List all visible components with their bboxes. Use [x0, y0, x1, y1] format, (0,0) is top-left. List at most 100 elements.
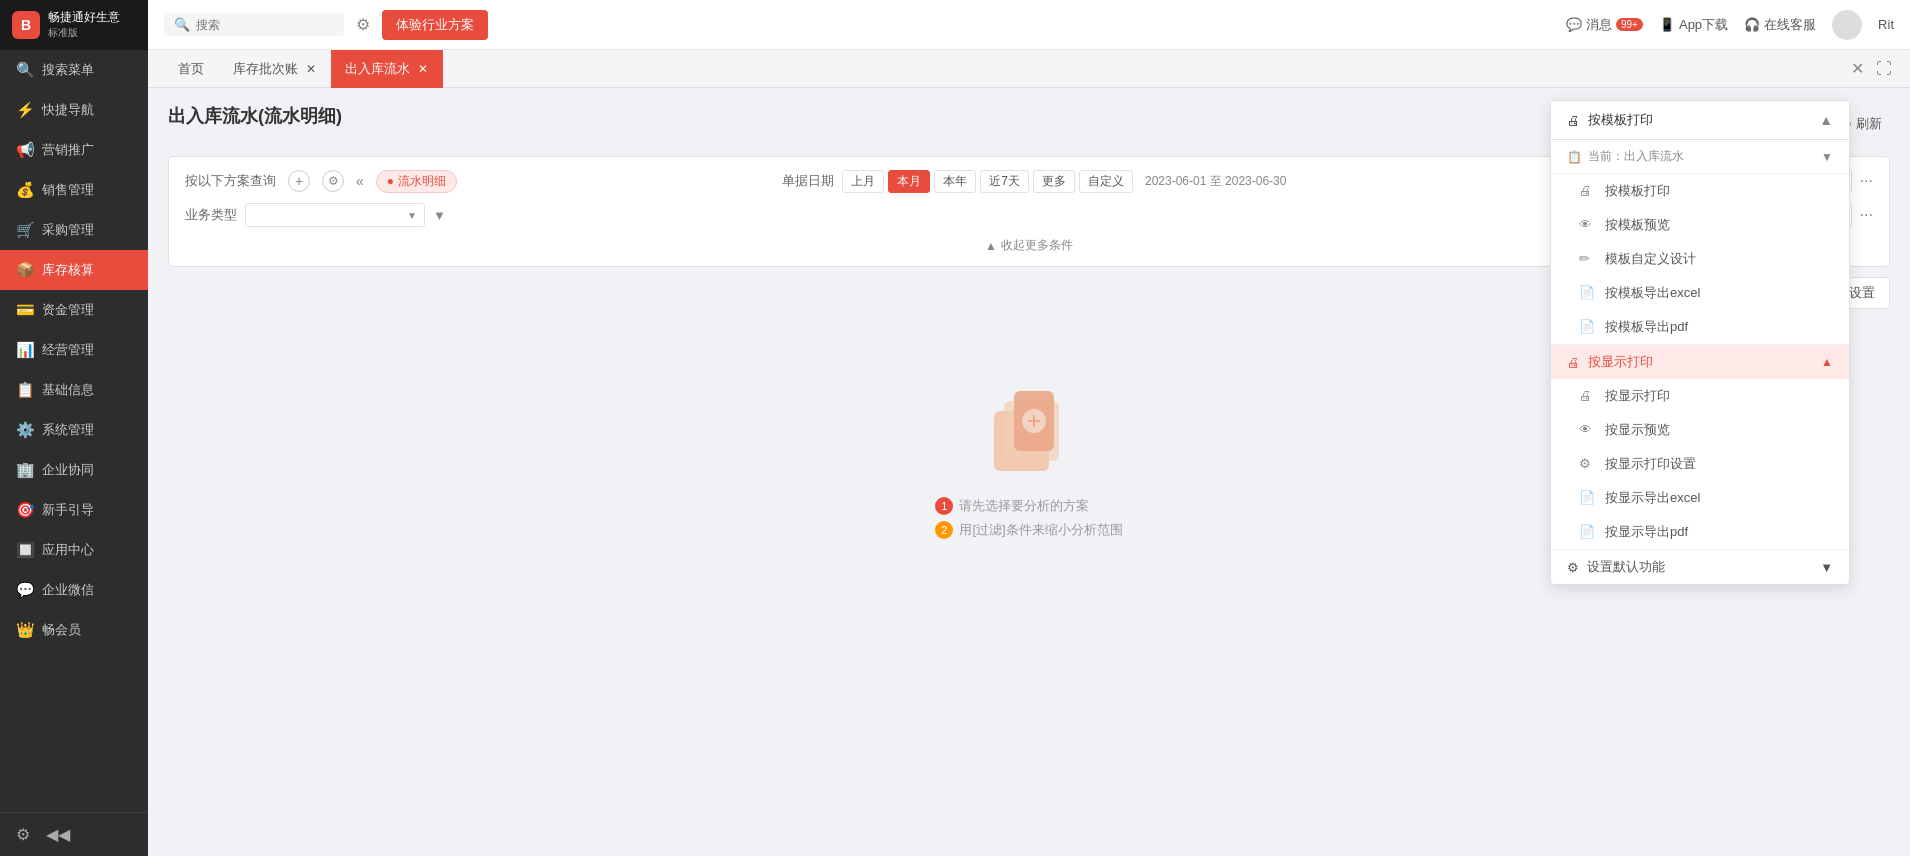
display-preview-icon: 👁	[1579, 422, 1595, 438]
sidebar-item-purchase[interactable]: 🛒采购管理	[0, 210, 148, 250]
date-label: 单据日期	[782, 172, 834, 190]
search-icon: 🔍	[174, 17, 190, 32]
date-more-btn[interactable]: 更多	[1033, 170, 1075, 193]
settings-default-icon: ⚙	[1567, 560, 1579, 575]
empty-tip-2: 2 用[过滤]条件来缩小分析范围	[935, 521, 1122, 539]
tab-in-out-close-icon[interactable]: ✕	[418, 62, 428, 76]
topbar-settings-icon[interactable]: ⚙	[356, 15, 370, 34]
filter-collapse-button[interactable]: «	[356, 173, 364, 189]
date-custom-btn[interactable]: 自定义	[1079, 170, 1133, 193]
dropdown-template-pdf[interactable]: 📄 按模板导出pdf	[1551, 310, 1849, 344]
current-template-icon: 📋	[1567, 150, 1582, 164]
sidebar-nav: 🔍搜索菜单⚡快捷导航📢营销推广💰销售管理🛒采购管理📦库存核算💳资金管理📊经营管理…	[0, 50, 148, 812]
sidebar-item-finance[interactable]: 💳资金管理	[0, 290, 148, 330]
date-this-year-btn[interactable]: 本年	[934, 170, 976, 193]
trial-industry-button[interactable]: 体验行业方案	[382, 10, 488, 40]
dropdown-display-preview[interactable]: 👁 按显示预览	[1551, 413, 1849, 447]
sidebar-item-search[interactable]: 🔍搜索菜单	[0, 50, 148, 90]
sidebar-item-wechat[interactable]: 💬企业微信	[0, 570, 148, 610]
sidebar-item-inventory[interactable]: 📦库存核算	[0, 250, 148, 290]
fullscreen-icon[interactable]: ⛶	[1874, 58, 1894, 80]
sidebar-item-enterprise[interactable]: 🏢企业协同	[0, 450, 148, 490]
filter-chip-shuimingxi[interactable]: ● 流水明细	[376, 170, 457, 193]
bill-type-more-icon[interactable]: ···	[1860, 172, 1873, 190]
sidebar-item-basic[interactable]: 📋基础信息	[0, 370, 148, 410]
dropdown-display-pdf[interactable]: 📄 按显示导出pdf	[1551, 515, 1849, 549]
topbar: 🔍 ⚙ 体验行业方案 💬 消息 99+ 📱 App下载 🎧 在线客服 Rit	[148, 0, 1910, 50]
online-service-btn[interactable]: 🎧 在线客服	[1744, 16, 1816, 34]
date-this-month-btn[interactable]: 本月	[888, 170, 930, 193]
date-last-month-btn[interactable]: 上月	[842, 170, 884, 193]
empty-tip-1: 1 请先选择要分析的方案	[935, 497, 1122, 515]
search-input[interactable]	[196, 18, 316, 32]
empty-tips: 1 请先选择要分析的方案 2 用[过滤]条件来缩小分析范围	[935, 497, 1122, 539]
dropdown-template-print[interactable]: 🖨 按模板打印	[1551, 174, 1849, 208]
dropdown-collapse-icon[interactable]: ▲	[1819, 112, 1833, 128]
tab-batch-close-icon[interactable]: ✕	[306, 62, 316, 76]
dropdown-header-title: 🖨 按模板打印	[1567, 111, 1653, 129]
tab-home[interactable]: 首页	[164, 50, 219, 88]
display-print-settings-icon: ⚙	[1579, 456, 1595, 472]
logo-icon: B	[12, 11, 40, 39]
business-type-more-icon[interactable]: ▼	[433, 208, 446, 223]
sidebar-item-sales[interactable]: 💰销售管理	[0, 170, 148, 210]
dropdown-section-display: 🖨 按显示打印 ▲ 🖨 按显示打印 👁 按显示预览 ⚙ 按显示打印设置 📄 按显…	[1551, 345, 1849, 550]
dropdown-print-icon: 🖨	[1567, 113, 1580, 128]
tip-num-2: 2	[935, 521, 953, 539]
app-download-btn[interactable]: 📱 App下载	[1659, 16, 1728, 34]
filter-gear-button[interactable]: ⚙	[322, 170, 344, 192]
tip-num-1: 1	[935, 497, 953, 515]
message-btn[interactable]: 💬 消息 99+	[1566, 16, 1643, 34]
tab-batch-account[interactable]: 库存批次账 ✕	[219, 50, 331, 88]
avatar[interactable]	[1832, 10, 1862, 40]
vip-icon: 👑	[16, 621, 34, 639]
tab-home-label: 首页	[178, 60, 204, 78]
page-title: 出入库流水(流水明细)	[168, 104, 342, 128]
close-all-tabs-icon[interactable]: ✕	[1849, 57, 1866, 80]
settings-icon[interactable]: ⚙	[16, 825, 30, 844]
tab-bar: 首页 库存批次账 ✕ 出入库流水 ✕ ✕ ⛶	[148, 50, 1910, 88]
system-icon: ⚙️	[16, 421, 34, 439]
dropdown-template-preview[interactable]: 👁 按模板预览	[1551, 208, 1849, 242]
current-template-arrow: ▼	[1821, 150, 1833, 164]
basic-icon: 📋	[16, 381, 34, 399]
warehouse-more-icon[interactable]: ···	[1860, 206, 1873, 224]
date-7days-btn[interactable]: 近7天	[980, 170, 1029, 193]
collapse-sidebar-icon[interactable]: ◀◀	[46, 825, 70, 844]
phone-icon: 📱	[1659, 17, 1675, 32]
collapse-up-icon: ▲	[985, 239, 997, 253]
sidebar-item-app-center[interactable]: 🔲应用中心	[0, 530, 148, 570]
inventory-icon: 📦	[16, 261, 34, 279]
date-buttons: 上月 本月 本年 近7天 更多 自定义	[842, 170, 1133, 193]
dropdown-display-excel[interactable]: 📄 按显示导出excel	[1551, 481, 1849, 515]
sidebar-item-quick-nav[interactable]: ⚡快捷导航	[0, 90, 148, 130]
business-type-label: 业务类型	[185, 206, 237, 224]
dropdown-current-template[interactable]: 📋 当前：出入库流水 ▼	[1551, 140, 1849, 174]
sales-icon: 💰	[16, 181, 34, 199]
display-section-arrow: ▲	[1821, 355, 1833, 369]
dropdown-header: 🖨 按模板打印 ▲	[1551, 101, 1849, 140]
collapse-more-btn[interactable]: ▲ 收起更多条件	[985, 237, 1073, 254]
template-print-icon: 🖨	[1579, 183, 1595, 199]
dropdown-display-print[interactable]: 🖨 按显示打印	[1551, 379, 1849, 413]
dropdown-footer-default-fn[interactable]: ⚙ 设置默认功能 ▼	[1551, 550, 1849, 584]
filter-add-button[interactable]: +	[288, 170, 310, 192]
display-pdf-icon: 📄	[1579, 524, 1595, 540]
dropdown-display-print-settings[interactable]: ⚙ 按显示打印设置	[1551, 447, 1849, 481]
date-filter: 单据日期 上月 本月 本年 近7天 更多 自定义 2023-06-01 至 20…	[782, 170, 1286, 193]
dropdown-template-excel[interactable]: 📄 按模板导出excel	[1551, 276, 1849, 310]
tab-batch-account-label: 库存批次账	[233, 60, 298, 78]
search-icon: 🔍	[16, 61, 34, 79]
app-center-icon: 🔲	[16, 541, 34, 559]
tab-in-out-flow[interactable]: 出入库流水 ✕	[331, 50, 443, 88]
sidebar-item-system[interactable]: ⚙️系统管理	[0, 410, 148, 450]
display-section-icon: 🖨	[1567, 355, 1580, 370]
sidebar-item-newbie[interactable]: 🎯新手引导	[0, 490, 148, 530]
dropdown-template-custom[interactable]: ✏ 模板自定义设计	[1551, 242, 1849, 276]
business-type-select[interactable]	[245, 203, 425, 227]
dropdown-section-display-header[interactable]: 🖨 按显示打印 ▲	[1551, 345, 1849, 379]
sidebar-item-marketing[interactable]: 📢营销推广	[0, 130, 148, 170]
template-pdf-icon: 📄	[1579, 319, 1595, 335]
sidebar-item-vip[interactable]: 👑畅会员	[0, 610, 148, 650]
sidebar-item-operation[interactable]: 📊经营管理	[0, 330, 148, 370]
